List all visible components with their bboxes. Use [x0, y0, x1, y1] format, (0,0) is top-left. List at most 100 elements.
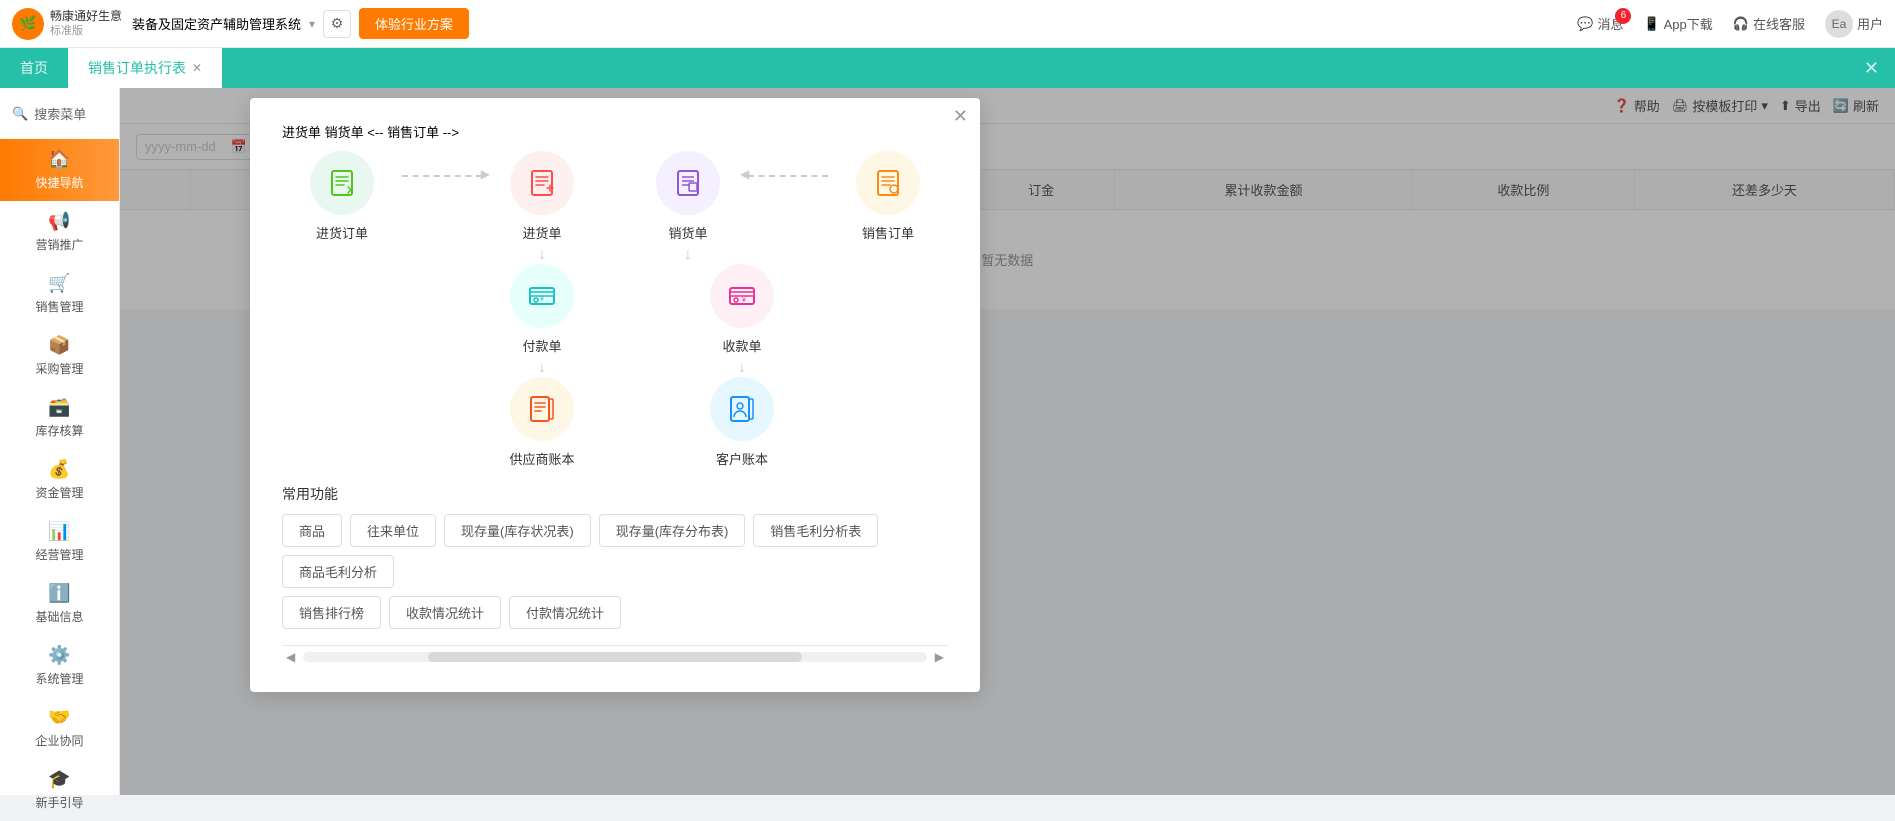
- tab-home[interactable]: 首页: [0, 48, 68, 88]
- flow-item-receipt[interactable]: ¥ 收款单: [682, 264, 802, 355]
- payment-icon: ¥: [510, 264, 574, 328]
- marketing-icon: 📢: [48, 211, 70, 232]
- supplier-account-label: 供应商账本: [509, 449, 574, 468]
- sale-bill-icon: [656, 151, 720, 215]
- user-menu-button[interactable]: Ea 用户: [1825, 10, 1883, 38]
- sidebar-item-label: 库存核算: [35, 422, 83, 439]
- trial-button[interactable]: 体验行业方案: [359, 8, 469, 39]
- func-btn-goods[interactable]: 商品: [282, 514, 342, 547]
- flow-middle-row: ¥ 付款单 ↓: [282, 264, 948, 377]
- online-service-button[interactable]: 🎧 在线客服: [1733, 14, 1805, 33]
- modal-content: ✕ 进货单 销货单 <-- 销售订单 -->: [250, 98, 980, 692]
- system-title: 装备及固定资产辅助管理系统 ▾ ⚙ 体验行业方案: [132, 8, 1577, 39]
- info-icon: ℹ️: [48, 583, 70, 604]
- scroll-right-button[interactable]: ▶: [931, 650, 948, 664]
- flow-item-sale-order[interactable]: 销售订单: [828, 151, 948, 242]
- receipt-icon: ¥: [710, 264, 774, 328]
- common-functions-section: 常用功能 商品 往来单位 现存量(库存状况表) 现存量(库存分布表) 销售毛利分…: [282, 484, 948, 629]
- func-btn-sales-rank[interactable]: 销售排行榜: [282, 596, 381, 629]
- purchase-icon: 📦: [48, 335, 70, 356]
- sidebar-item-label: 新手引导: [35, 794, 83, 811]
- col-receipt: ¥ 收款单 ↓: [682, 264, 802, 377]
- tab-sales-order[interactable]: 销售订单执行表 ✕: [68, 48, 222, 88]
- func-btn-contacts[interactable]: 往来单位: [350, 514, 436, 547]
- sidebar-item-system[interactable]: ⚙️ 系统管理: [0, 635, 119, 697]
- sale-bill-label: 销货单: [668, 223, 707, 242]
- logo-text: 畅康通好生意 标准版: [50, 9, 122, 39]
- settings-button[interactable]: ⚙: [323, 10, 351, 38]
- sidebar-item-enterprise[interactable]: 🤝 企业协同: [0, 697, 119, 759]
- scroll-area: ◀ ▶: [282, 645, 948, 668]
- content-area: ❓ 帮助 🖨 按模板打印 ▾ ⬆ 导出 🔄 刷新 yyyy-mm-dd 📅: [120, 88, 1895, 795]
- tab-close-icon[interactable]: ✕: [192, 61, 202, 75]
- message-icon: 💬: [1577, 16, 1593, 32]
- purchase-bill-icon: [510, 151, 574, 215]
- message-button[interactable]: 💬 消息 6: [1577, 14, 1623, 33]
- sidebar-item-basic-info[interactable]: ℹ️ 基础信息: [0, 573, 119, 635]
- flow-item-purchase-order[interactable]: 进货订单: [282, 151, 402, 242]
- flow-item-sale-bill[interactable]: 销货单: [628, 151, 748, 242]
- sidebar: 🔍 搜索菜单 🏠 快捷导航 📢 营销推广 🛒 销售管理 📦 采购管理 🗃️ 库存…: [0, 88, 120, 795]
- sidebar-item-label: 营销推广: [35, 236, 83, 253]
- sidebar-item-finance[interactable]: 💰 资金管理: [0, 449, 119, 511]
- inventory-icon: 🗃️: [48, 397, 70, 418]
- scroll-left-button[interactable]: ◀: [282, 650, 299, 664]
- message-badge: 6: [1615, 8, 1631, 24]
- sidebar-item-quick-nav[interactable]: 🏠 快捷导航: [0, 139, 119, 201]
- common-functions-title: 常用功能: [282, 484, 948, 504]
- app-download-button[interactable]: 📱 App下载: [1643, 14, 1712, 33]
- sale-order-label: 销售订单: [862, 223, 914, 242]
- search-menu-button[interactable]: 🔍 搜索菜单: [0, 96, 119, 131]
- scroll-track[interactable]: [303, 652, 927, 662]
- col-payment: ¥ 付款单 ↓: [482, 264, 602, 377]
- flow-item-customer-account[interactable]: 客户账本: [682, 377, 802, 468]
- dropdown-arrow-icon[interactable]: ▾: [309, 17, 315, 31]
- func-btn-receipt-stats[interactable]: 收款情况统计: [389, 596, 501, 629]
- sidebar-item-label: 销售管理: [35, 298, 83, 315]
- sidebar-item-sales[interactable]: 🛒 销售管理: [0, 263, 119, 325]
- sidebar-item-label: 系统管理: [35, 670, 83, 687]
- system-icon: ⚙️: [48, 645, 70, 666]
- func-btn-payment-stats[interactable]: 付款情况统计: [509, 596, 621, 629]
- func-btn-inventory-status[interactable]: 现存量(库存状况表): [444, 514, 591, 547]
- sidebar-item-label: 经营管理: [35, 546, 83, 563]
- flow-item-purchase-bill[interactable]: 进货单: [482, 151, 602, 242]
- scroll-thumb[interactable]: [428, 652, 802, 662]
- header-right: 💬 消息 6 📱 App下载 🎧 在线客服 Ea 用户: [1577, 10, 1883, 38]
- function-buttons-group: 商品 往来单位 现存量(库存状况表) 现存量(库存分布表) 销售毛利分析表 商品…: [282, 514, 948, 588]
- arrow-payment-down: ↓: [538, 359, 546, 377]
- receipt-label: 收款单: [722, 336, 761, 355]
- sidebar-item-label: 快捷导航: [35, 174, 83, 191]
- sidebar-item-marketing[interactable]: 📢 营销推广: [0, 201, 119, 263]
- func-btn-goods-profit[interactable]: 商品毛利分析: [282, 555, 394, 588]
- logo-icon: 🌿: [12, 8, 44, 40]
- function-buttons-group-2: 销售排行榜 收款情况统计 付款情况统计: [282, 596, 948, 629]
- sidebar-item-inventory[interactable]: 🗃️ 库存核算: [0, 387, 119, 449]
- flow-item-supplier-account[interactable]: 供应商账本: [482, 377, 602, 468]
- sidebar-item-label: 资金管理: [35, 484, 83, 501]
- flow-top-row: 进货订单 ▶: [282, 141, 948, 264]
- modal-overlay[interactable]: ✕ 进货单 销货单 <-- 销售订单 -->: [120, 88, 1895, 795]
- flow-item-payment[interactable]: ¥ 付款单: [482, 264, 602, 355]
- sidebar-item-guide[interactable]: 🎓 新手引导: [0, 759, 119, 821]
- col-purchase-bill: 进货单 ↓: [482, 151, 602, 264]
- close-window-icon[interactable]: ✕: [1848, 58, 1895, 79]
- flow-bottom-row: 供应商账本 客户账本: [282, 377, 948, 468]
- arrow-pb-down: ↓: [538, 246, 546, 264]
- svg-text:¥: ¥: [540, 297, 544, 303]
- sales-icon: 🛒: [48, 273, 70, 294]
- modal-close-button[interactable]: ✕: [953, 106, 968, 127]
- func-btn-inventory-dist[interactable]: 现存量(库存分布表): [599, 514, 746, 547]
- svg-text:¥: ¥: [742, 297, 746, 304]
- sidebar-item-purchase[interactable]: 📦 采购管理: [0, 325, 119, 387]
- avatar: Ea: [1825, 10, 1853, 38]
- func-btn-sales-profit[interactable]: 销售毛利分析表: [753, 514, 878, 547]
- management-icon: 📊: [48, 521, 70, 542]
- sidebar-item-label: 采购管理: [35, 360, 83, 377]
- tab-bar: 首页 销售订单执行表 ✕ ✕: [0, 48, 1895, 88]
- search-menu-label: 搜索菜单: [34, 104, 86, 123]
- arrow-so-to-sb: ◀: [748, 175, 828, 177]
- payment-label: 付款单: [522, 336, 561, 355]
- sidebar-item-label: 企业协同: [35, 732, 83, 749]
- sidebar-item-management[interactable]: 📊 经营管理: [0, 511, 119, 573]
